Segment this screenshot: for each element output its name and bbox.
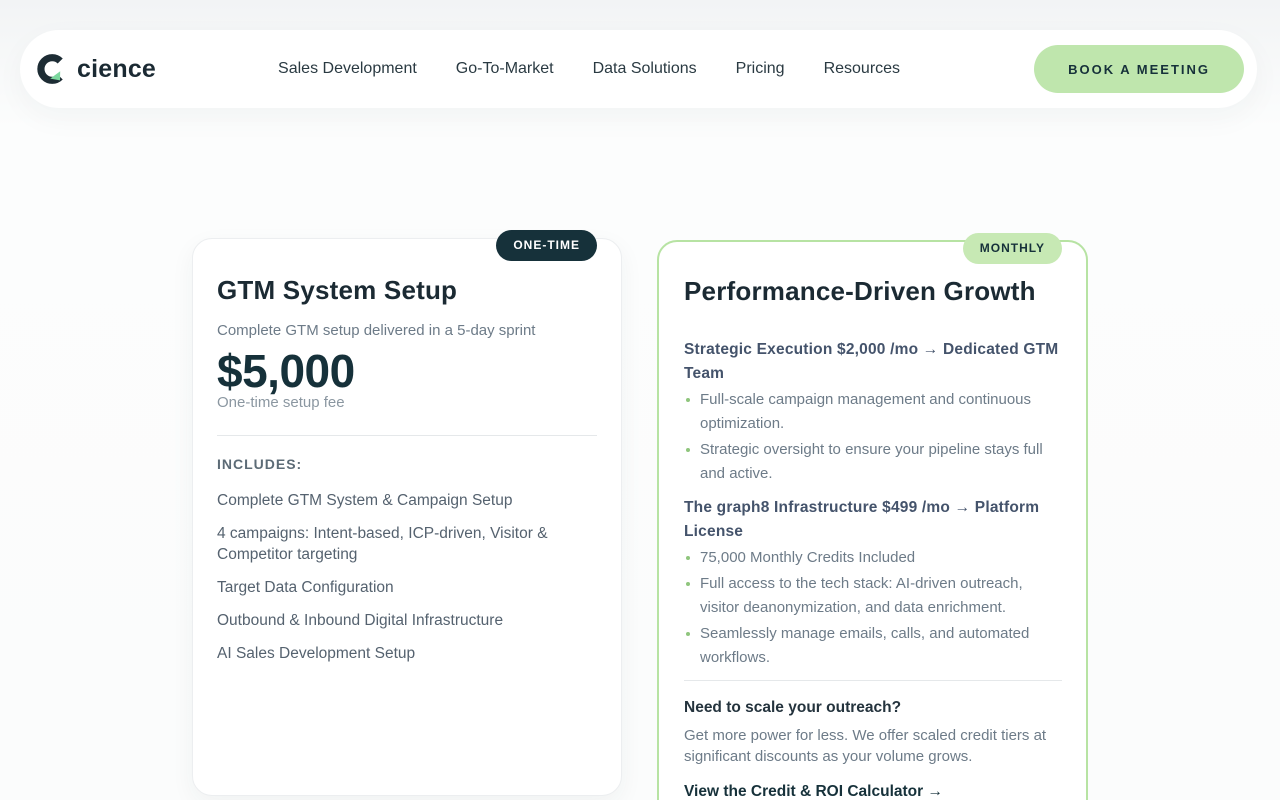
bullet-item: Full-scale campaign management and conti…: [684, 388, 1062, 436]
includes-item: Target Data Configuration: [217, 579, 394, 596]
nav-item-pricing[interactable]: Pricing: [736, 60, 785, 78]
nav-item-sales-development[interactable]: Sales Development: [278, 60, 417, 78]
gtm-system-setup-card: ONE-TIME GTM System Setup Complete GTM s…: [192, 230, 622, 796]
bullet-item: Seamlessly manage emails, calls, and aut…: [684, 622, 1062, 670]
includes-item: Complete GTM System & Campaign Setup: [217, 492, 513, 509]
pricing-section: Strategic Execution $2,000 /mo → Dedicat…: [684, 338, 1062, 486]
bullet-dot-icon: [686, 448, 690, 452]
bullet-text: Full-scale campaign management and conti…: [700, 391, 1032, 432]
section-heading: The graph8 Infrastructure $499 /mo → Pla…: [684, 499, 1040, 540]
includes-item: Outbound & Inbound Digital Infrastructur…: [217, 612, 504, 629]
section-bullets: 75,000 Monthly Credits Included Full acce…: [684, 546, 1062, 670]
scale-outreach-heading: Need to scale your outreach?: [684, 699, 902, 716]
right-card-sections: Strategic Execution $2,000 /mo → Dedicat…: [684, 338, 1062, 670]
bullet-text: Full access to the tech stack: AI-driven…: [700, 575, 1023, 616]
one-time-badge: ONE-TIME: [496, 230, 597, 261]
bullet-item: Strategic oversight to ensure your pipel…: [684, 438, 1062, 486]
right-card-title: Performance-Driven Growth: [684, 276, 1036, 306]
performance-driven-growth-card: MONTHLY Performance-Driven Growth Strate…: [657, 233, 1088, 800]
credit-roi-calculator-link[interactable]: View the Credit & ROI Calculator →: [684, 783, 943, 800]
right-card-divider: [684, 680, 1062, 681]
cience-logo-icon: [36, 53, 68, 85]
left-card-title: GTM System Setup: [217, 275, 458, 305]
bullet-text: Seamlessly manage emails, calls, and aut…: [700, 625, 1030, 666]
nav-item-resources[interactable]: Resources: [824, 60, 900, 78]
left-card-subtitle: Complete GTM setup delivered in a 5-day …: [217, 322, 536, 339]
price-value: $5,000: [217, 345, 355, 397]
bullet-text: Strategic oversight to ensure your pipel…: [700, 441, 1043, 482]
pricing-section: The graph8 Infrastructure $499 /mo → Pla…: [684, 496, 1062, 670]
bullet-dot-icon: [686, 556, 690, 560]
section-bullets: Full-scale campaign management and conti…: [684, 388, 1062, 486]
includes-item: AI Sales Development Setup: [217, 645, 416, 662]
bullet-dot-icon: [686, 632, 690, 636]
bullet-dot-icon: [686, 398, 690, 402]
book-a-meeting-button[interactable]: BOOK A MEETING: [1034, 45, 1244, 93]
price-note: One-time setup fee: [217, 394, 345, 411]
cience-logo[interactable]: cience: [36, 53, 156, 85]
main-nav: Sales Development Go-To-Market Data Soluti…: [278, 60, 900, 78]
bullet-item: Full access to the tech stack: AI-driven…: [684, 572, 1062, 620]
logo-text: cience: [77, 54, 157, 83]
left-card-divider: [217, 435, 597, 436]
includes-label: INCLUDES:: [217, 456, 303, 472]
nav-item-go-to-market[interactable]: Go-To-Market: [456, 60, 554, 78]
section-heading: Strategic Execution $2,000 /mo → Dedicat…: [684, 341, 1059, 382]
bullet-dot-icon: [686, 582, 690, 586]
includes-item: 4 campaigns: Intent-based, ICP-driven, V…: [217, 525, 548, 563]
bullet-text: 75,000 Monthly Credits Included: [700, 549, 916, 566]
monthly-badge: MONTHLY: [962, 233, 1062, 264]
bullet-item: 75,000 Monthly Credits Included: [684, 546, 1062, 570]
includes-list: Complete GTM System & Campaign Setup 4 ca…: [217, 490, 597, 664]
nav-item-data-solutions[interactable]: Data Solutions: [593, 60, 697, 78]
scale-outreach-text: Get more power for less. We offer scaled…: [684, 727, 1047, 765]
top-navigation-bar: cience Sales Development Go-To-Market Data…: [20, 30, 1257, 108]
